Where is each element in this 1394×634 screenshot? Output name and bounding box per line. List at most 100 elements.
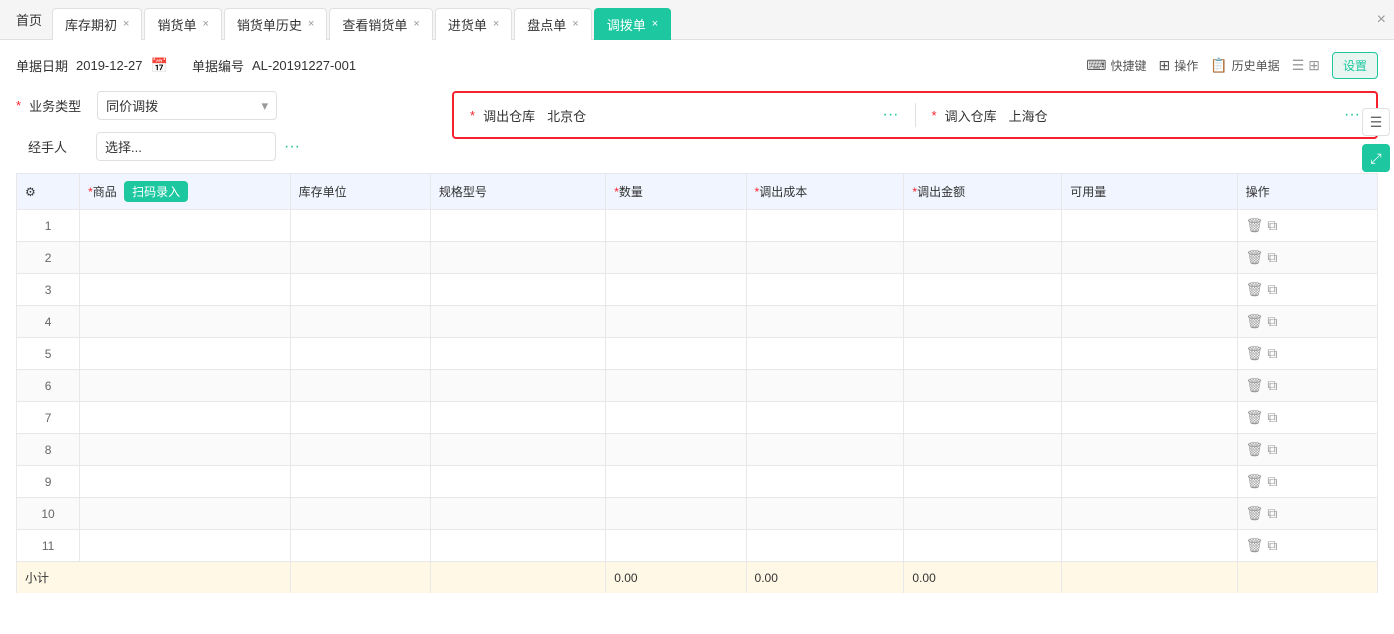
cell-product[interactable] [80, 466, 290, 498]
copy-icon[interactable]: ⧉ [1267, 409, 1277, 426]
cell-product[interactable] [80, 210, 290, 242]
tab-purchase[interactable]: 进货单 × [435, 8, 512, 40]
cell-amount[interactable] [904, 402, 1062, 434]
cell-cost[interactable] [746, 370, 904, 402]
cell-unit[interactable] [290, 498, 430, 530]
cell-product[interactable] [80, 402, 290, 434]
close-icon[interactable]: × [308, 18, 314, 30]
handler-more-icon[interactable]: ··· [284, 138, 300, 156]
cell-qty[interactable] [606, 338, 746, 370]
cell-cost[interactable] [746, 530, 904, 562]
cell-qty[interactable] [606, 370, 746, 402]
tab-view-sales[interactable]: 查看销货单 × [329, 8, 432, 40]
window-close-icon[interactable]: × [1377, 11, 1386, 29]
col-gear[interactable]: ⚙ [17, 174, 80, 210]
cell-unit[interactable] [290, 210, 430, 242]
cell-amount[interactable] [904, 466, 1062, 498]
cell-product[interactable] [80, 338, 290, 370]
cell-unit[interactable] [290, 242, 430, 274]
cell-qty[interactable] [606, 210, 746, 242]
scan-button[interactable]: 扫码录入 [124, 181, 188, 202]
delete-icon[interactable]: 🗑 [1246, 505, 1264, 522]
calendar-icon[interactable]: 📅 [151, 57, 168, 74]
copy-icon[interactable]: ⧉ [1267, 537, 1277, 554]
tab-sales-history[interactable]: 销货单历史 × [224, 8, 327, 40]
tab-sales-order[interactable]: 销货单 × [144, 8, 221, 40]
cell-product[interactable] [80, 370, 290, 402]
cell-spec[interactable] [430, 466, 605, 498]
cell-spec[interactable] [430, 530, 605, 562]
copy-icon[interactable]: ⧉ [1267, 281, 1277, 298]
cell-unit[interactable] [290, 306, 430, 338]
delete-icon[interactable]: 🗑 [1246, 409, 1264, 426]
cell-qty[interactable] [606, 498, 746, 530]
copy-icon[interactable]: ⧉ [1267, 345, 1277, 362]
cell-amount[interactable] [904, 370, 1062, 402]
cell-unit[interactable] [290, 434, 430, 466]
cell-spec[interactable] [430, 434, 605, 466]
copy-icon[interactable]: ⧉ [1267, 441, 1277, 458]
cell-amount[interactable] [904, 434, 1062, 466]
close-icon[interactable]: × [123, 18, 129, 30]
settings-button[interactable]: 设置 [1332, 52, 1378, 79]
delete-icon[interactable]: 🗑 [1246, 313, 1264, 330]
tab-inventory-count[interactable]: 盘点单 × [514, 8, 591, 40]
handler-select[interactable]: 选择... [96, 132, 276, 161]
cell-spec[interactable] [430, 498, 605, 530]
delete-icon[interactable]: 🗑 [1246, 345, 1264, 362]
cell-spec[interactable] [430, 402, 605, 434]
cell-unit[interactable] [290, 274, 430, 306]
cell-cost[interactable] [746, 306, 904, 338]
delete-icon[interactable]: 🗑 [1246, 441, 1264, 458]
copy-icon[interactable]: ⧉ [1267, 249, 1277, 266]
delete-icon[interactable]: 🗑 [1246, 537, 1264, 554]
copy-icon[interactable]: ⧉ [1267, 505, 1277, 522]
cell-product[interactable] [80, 498, 290, 530]
tab-transfer[interactable]: 调拨单 × [594, 8, 671, 40]
cell-spec[interactable] [430, 370, 605, 402]
cell-qty[interactable] [606, 306, 746, 338]
cell-cost[interactable] [746, 274, 904, 306]
cell-product[interactable] [80, 530, 290, 562]
close-icon[interactable]: × [652, 18, 658, 30]
cell-unit[interactable] [290, 530, 430, 562]
cell-amount[interactable] [904, 210, 1062, 242]
cell-product[interactable] [80, 274, 290, 306]
cell-spec[interactable] [430, 242, 605, 274]
cell-spec[interactable] [430, 210, 605, 242]
history-btn[interactable]: 📋 历史单据 [1210, 57, 1279, 74]
cell-qty[interactable] [606, 530, 746, 562]
shortcuts-btn[interactable]: ⌨ 快捷键 [1086, 57, 1146, 74]
business-type-select[interactable]: 同价调拨 ▾ [97, 91, 277, 120]
cell-product[interactable] [80, 434, 290, 466]
copy-icon[interactable]: ⧉ [1267, 377, 1277, 394]
operations-btn[interactable]: ⊞ 操作 [1158, 57, 1198, 74]
cell-unit[interactable] [290, 370, 430, 402]
close-icon[interactable]: × [493, 18, 499, 30]
cell-cost[interactable] [746, 402, 904, 434]
delete-icon[interactable]: 🗑 [1246, 377, 1264, 394]
delete-icon[interactable]: 🗑 [1246, 281, 1264, 298]
cell-cost[interactable] [746, 466, 904, 498]
cell-qty[interactable] [606, 466, 746, 498]
list-view-icon[interactable]: ☰ [1292, 57, 1305, 74]
tab-inventory-init[interactable]: 库存期初 × [52, 8, 142, 40]
cell-cost[interactable] [746, 210, 904, 242]
delete-icon[interactable]: 🗑 [1246, 249, 1264, 266]
cell-spec[interactable] [430, 338, 605, 370]
copy-icon[interactable]: ⧉ [1267, 313, 1277, 330]
transfer-in-value[interactable]: 上海仓 [1009, 106, 1048, 125]
cell-amount[interactable] [904, 306, 1062, 338]
close-icon[interactable]: × [572, 18, 578, 30]
cell-amount[interactable] [904, 530, 1062, 562]
cell-unit[interactable] [290, 402, 430, 434]
cell-qty[interactable] [606, 402, 746, 434]
cell-unit[interactable] [290, 338, 430, 370]
cell-amount[interactable] [904, 274, 1062, 306]
cell-qty[interactable] [606, 434, 746, 466]
grid-view-icon[interactable]: ⊞ [1308, 57, 1320, 74]
cell-unit[interactable] [290, 466, 430, 498]
cell-qty[interactable] [606, 242, 746, 274]
transfer-out-value[interactable]: 北京仓 [547, 106, 586, 125]
delete-icon[interactable]: 🗑 [1246, 217, 1264, 234]
